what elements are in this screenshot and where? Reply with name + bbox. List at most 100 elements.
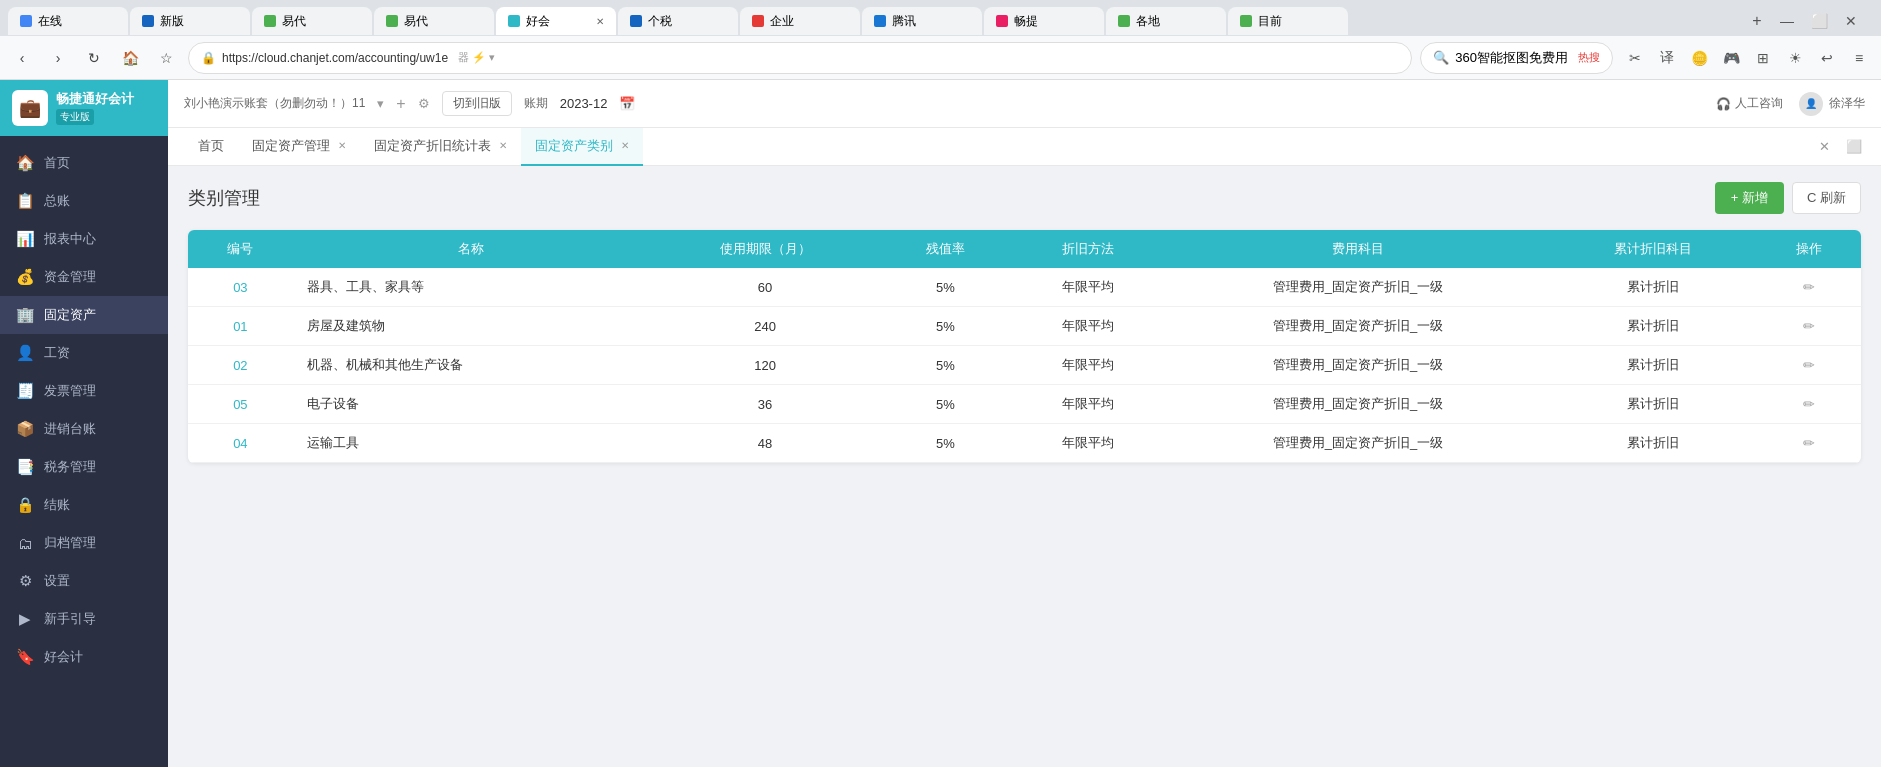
edit-button-cell[interactable]: ✏: [1756, 385, 1861, 424]
search-bar[interactable]: 🔍 360智能抠图免费用 热搜: [1420, 42, 1613, 74]
category-table: 编号名称使用期限（月）残值率折旧方法费用科目累计折旧科目操作 03器具、工具、家…: [188, 230, 1861, 463]
browser-tab-4[interactable]: 易代: [374, 7, 494, 35]
calendar-icon[interactable]: 📅: [619, 96, 635, 111]
page-tab-fixed-assets-mgmt[interactable]: 固定资产管理✕: [238, 128, 360, 166]
sidebar-item-reports[interactable]: 📊报表中心: [0, 220, 168, 258]
edit-button-cell[interactable]: ✏: [1756, 346, 1861, 385]
browser-address-bar-row: ‹ › ↻ 🏠 ☆ 🔒 https://cloud.chanjet.com/ac…: [0, 36, 1881, 80]
sidebar-item-archive[interactable]: 🗂归档管理: [0, 524, 168, 562]
sidebar-item-settings[interactable]: ⚙设置: [0, 562, 168, 600]
back-button[interactable]: ‹: [8, 44, 36, 72]
menu-icon[interactable]: ≡: [1845, 44, 1873, 72]
tab-close-icon[interactable]: ✕: [596, 16, 604, 27]
tab-close-button[interactable]: ✕: [1813, 136, 1835, 158]
browser-tab-9[interactable]: 畅提: [984, 7, 1104, 35]
sidebar-item-help[interactable]: 🔖好会计: [0, 638, 168, 676]
tax-icon: 📑: [16, 458, 34, 476]
ai-consult-label: 人工咨询: [1735, 95, 1783, 112]
edit-button-cell[interactable]: ✏: [1756, 424, 1861, 463]
header-add-icon[interactable]: +: [396, 95, 405, 113]
browser-tab-2[interactable]: 新版: [130, 7, 250, 35]
logo-title: 畅捷通好会计: [56, 91, 134, 108]
data-cell: 管理费用_固定资产折旧_一级: [1166, 268, 1551, 307]
forward-button[interactable]: ›: [44, 44, 72, 72]
table-header-cell: 费用科目: [1166, 230, 1551, 268]
header-dropdown-icon[interactable]: ▾: [377, 96, 384, 111]
sidebar-item-guide[interactable]: ▶新手引导: [0, 600, 168, 638]
sidebar-item-fixed-assets[interactable]: 🏢固定资产: [0, 296, 168, 334]
star-button[interactable]: ☆: [152, 44, 180, 72]
app-container: 💼 畅捷通好会计 专业版 🏠首页📋总账📊报表中心💰资金管理🏢固定资产👤工资🧾发票…: [0, 80, 1881, 767]
page-tab-home[interactable]: 首页: [184, 128, 238, 166]
sidebar-item-finance[interactable]: 💰资金管理: [0, 258, 168, 296]
sidebar-item-payroll[interactable]: 👤工资: [0, 334, 168, 372]
edit-icon[interactable]: ✏: [1803, 357, 1815, 373]
page-title-row: 类别管理 + 新增 C 刷新: [188, 182, 1861, 214]
undo-icon[interactable]: ↩: [1813, 44, 1841, 72]
minimize-button[interactable]: —: [1773, 7, 1801, 35]
edit-icon[interactable]: ✏: [1803, 435, 1815, 451]
grid-icon[interactable]: ⊞: [1749, 44, 1777, 72]
logo-icon: 💼: [12, 90, 48, 126]
sidebar-item-closing[interactable]: 🔒结账: [0, 486, 168, 524]
url-text: https://cloud.chanjet.com/accounting/uw1…: [222, 51, 448, 65]
browser-tab-11[interactable]: 目前: [1228, 7, 1348, 35]
browser-tab-1[interactable]: 在线: [8, 7, 128, 35]
sidebar-item-home[interactable]: 🏠首页: [0, 144, 168, 182]
tab-expand-button[interactable]: ⬜: [1843, 136, 1865, 158]
edit-icon[interactable]: ✏: [1803, 318, 1815, 334]
edit-icon[interactable]: ✏: [1803, 396, 1815, 412]
hot-label: 热搜: [1578, 50, 1600, 65]
sidebar-item-label: 报表中心: [44, 230, 96, 248]
search-icon: 🔍: [1433, 50, 1449, 65]
sidebar-item-invoice[interactable]: 🧾发票管理: [0, 372, 168, 410]
sidebar-item-ledger[interactable]: 📋总账: [0, 182, 168, 220]
browser-tab-5[interactable]: 好会✕: [496, 7, 616, 35]
data-cell: 48: [650, 424, 881, 463]
edit-button-cell[interactable]: ✏: [1756, 268, 1861, 307]
wallet-icon[interactable]: 🪙: [1685, 44, 1713, 72]
brightness-icon[interactable]: ☀: [1781, 44, 1809, 72]
action-buttons: + 新增 C 刷新: [1715, 182, 1861, 214]
ai-consult-button[interactable]: 🎧 人工咨询: [1716, 95, 1783, 112]
page-tab-label: 固定资产类别: [535, 137, 613, 155]
scissors-icon[interactable]: ✂: [1621, 44, 1649, 72]
close-window-button[interactable]: ✕: [1837, 7, 1865, 35]
sidebar-item-inventory[interactable]: 📦进销台账: [0, 410, 168, 448]
translate-icon[interactable]: 译: [1653, 44, 1681, 72]
address-bar[interactable]: 🔒 https://cloud.chanjet.com/accounting/u…: [188, 42, 1412, 74]
user-info-button[interactable]: 👤 徐泽华: [1799, 92, 1865, 116]
browser-tab-7[interactable]: 企业: [740, 7, 860, 35]
refresh-button[interactable]: C 刷新: [1792, 182, 1861, 214]
page-tab-close-icon[interactable]: ✕: [499, 140, 507, 151]
browser-tab-6[interactable]: 个税: [618, 7, 738, 35]
logo-badge: 专业版: [56, 109, 94, 125]
page-tab-label: 首页: [198, 137, 224, 155]
archive-icon: 🗂: [16, 535, 34, 552]
table-header: 编号名称使用期限（月）残值率折旧方法费用科目累计折旧科目操作: [188, 230, 1861, 268]
browser-tab-8[interactable]: 腾讯: [862, 7, 982, 35]
game-icon[interactable]: 🎮: [1717, 44, 1745, 72]
period-value: 2023-12: [560, 96, 608, 111]
edit-button-cell[interactable]: ✏: [1756, 307, 1861, 346]
reload-button[interactable]: ↻: [80, 44, 108, 72]
sidebar-item-tax[interactable]: 📑税务管理: [0, 448, 168, 486]
page-tab-fixed-assets-category[interactable]: 固定资产类别 ✕: [521, 128, 643, 166]
main-content: 刘小艳演示账套（勿删勿动！）11 ▾ + ⚙ 切到旧版 账期 2023-12 📅…: [168, 80, 1881, 767]
home-button[interactable]: 🏠: [116, 44, 144, 72]
switch-version-button[interactable]: 切到旧版: [442, 91, 512, 116]
data-cell: 240: [650, 307, 881, 346]
new-category-button[interactable]: + 新增: [1715, 182, 1784, 214]
browser-tab-3[interactable]: 易代: [252, 7, 372, 35]
page-tab-close-icon[interactable]: ✕: [621, 140, 629, 151]
page-tab-close-icon[interactable]: ✕: [338, 140, 346, 151]
header-settings-icon[interactable]: ⚙: [418, 96, 430, 111]
browser-tab-10[interactable]: 各地: [1106, 7, 1226, 35]
new-tab-button[interactable]: +: [1743, 7, 1771, 35]
header-user-label[interactable]: 刘小艳演示账套（勿删勿动！）11: [184, 95, 365, 112]
page-tab-fixed-assets-depreciation[interactable]: 固定资产折旧统计表✕: [360, 128, 521, 166]
data-cell: 管理费用_固定资产折旧_一级: [1166, 307, 1551, 346]
edit-icon[interactable]: ✏: [1803, 279, 1815, 295]
restore-button[interactable]: ⬜: [1805, 7, 1833, 35]
table-header-cell: 累计折旧科目: [1551, 230, 1757, 268]
